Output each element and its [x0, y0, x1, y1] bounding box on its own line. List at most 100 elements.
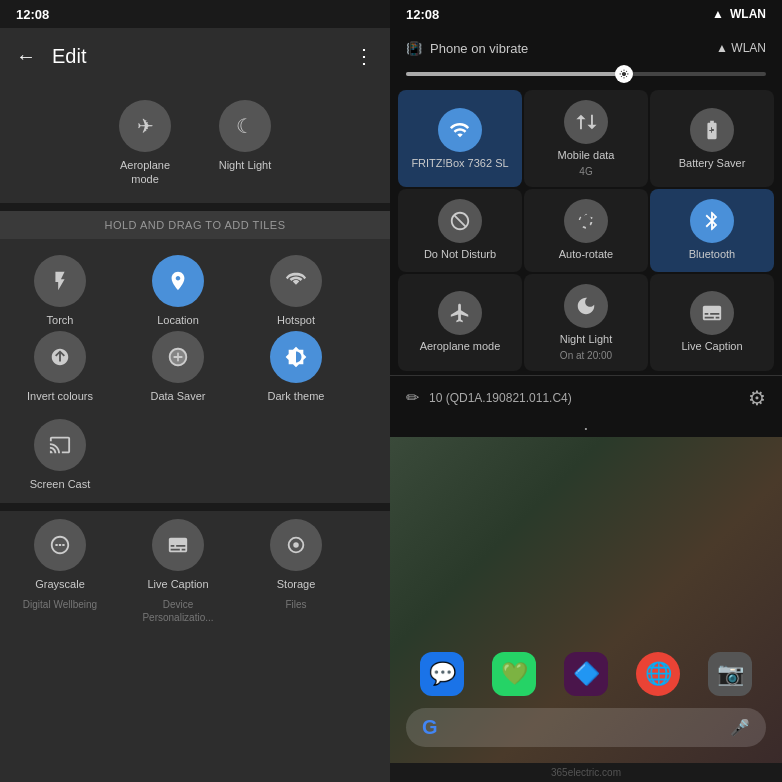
- bluetooth-icon: [690, 199, 734, 243]
- live-caption-label: Live Caption: [147, 577, 208, 591]
- qs-tile-dnd[interactable]: Do Not Disturb: [398, 189, 522, 271]
- top-tiles-section: ✈ Aeroplane mode ☾ Night Light: [0, 84, 390, 203]
- back-button[interactable]: ←: [16, 45, 36, 68]
- notification-bar: 📳 Phone on vibrate ▲ WLAN: [390, 28, 782, 68]
- screen-cast-row: Screen Cast: [0, 419, 390, 503]
- screen-cast-label: Screen Cast: [30, 477, 91, 491]
- qs-tile-wifi[interactable]: FRITZ!Box 7362 SL: [398, 90, 522, 187]
- watermark: 365electric.com: [390, 763, 782, 782]
- aeroplane-qs-icon: [438, 291, 482, 335]
- app-messages[interactable]: 💬: [420, 652, 464, 696]
- wifi-icon: [438, 108, 482, 152]
- aeroplane-qs-label: Aeroplane mode: [420, 339, 501, 353]
- location-icon: [152, 255, 204, 307]
- page-title: Edit: [52, 45, 354, 68]
- tile-data-saver[interactable]: Data Saver: [138, 331, 218, 403]
- right-panel: 12:08 ▲ WLAN 📳 Phone on vibrate ▲ WLAN: [390, 0, 782, 782]
- invert-icon: [34, 331, 86, 383]
- qs-tile-mobile-data[interactable]: Mobile data 4G: [524, 90, 648, 187]
- qs-tile-battery-saver[interactable]: Battery Saver: [650, 90, 774, 187]
- auto-rotate-icon: [564, 199, 608, 243]
- brightness-slider[interactable]: [406, 72, 766, 76]
- wifi-label: FRITZ!Box 7362 SL: [411, 156, 508, 170]
- live-caption-icon: [152, 519, 204, 571]
- grayscale-sublabel: Digital Wellbeing: [23, 598, 97, 611]
- screen-cast-icon: [34, 419, 86, 471]
- brightness-bar[interactable]: [390, 68, 782, 86]
- tile-storage[interactable]: Storage Files: [256, 519, 336, 623]
- build-number: 10 (QD1A.190821.011.C4): [429, 391, 572, 405]
- status-bar-left: 12:08: [0, 0, 390, 28]
- bottom-tiles-grid: Grayscale Digital Wellbeing Live Caption…: [0, 511, 390, 639]
- hotspot-icon: [270, 255, 322, 307]
- storage-label: Storage: [277, 577, 316, 591]
- storage-sublabel: Files: [285, 598, 306, 611]
- tile-night-light[interactable]: ☾ Night Light: [205, 100, 285, 187]
- night-light-icon: ☾: [219, 100, 271, 152]
- grayscale-icon: [34, 519, 86, 571]
- invert-label: Invert colours: [27, 389, 93, 403]
- dark-theme-label: Dark theme: [268, 389, 325, 403]
- torch-label: Torch: [47, 313, 74, 327]
- section-divider-2: [0, 503, 390, 511]
- more-button[interactable]: ⋮: [354, 44, 374, 68]
- wlan-signal-icon: ▲ WLAN: [716, 41, 766, 55]
- live-caption-sublabel: Device Personalizatio...: [138, 598, 218, 624]
- qs-tile-auto-rotate[interactable]: Auto-rotate: [524, 189, 648, 271]
- mobile-data-icon: [564, 100, 608, 144]
- tile-live-caption[interactable]: Live Caption Device Personalizatio...: [138, 519, 218, 623]
- vibrate-icon: 📳: [406, 41, 422, 56]
- add-tiles-grid: Torch Location Hotspot Invert colours Da: [0, 239, 390, 420]
- hotspot-label: Hotspot: [277, 313, 315, 327]
- tile-aeroplane[interactable]: ✈ Aeroplane mode: [105, 100, 185, 187]
- qs-tile-night-light[interactable]: Night Light On at 20:00: [524, 274, 648, 371]
- edit-header: ← Edit ⋮: [0, 28, 390, 84]
- caption-label: Live Caption: [681, 339, 742, 353]
- tile-torch[interactable]: Torch: [20, 255, 100, 327]
- battery-saver-icon: [690, 108, 734, 152]
- mobile-data-sublabel: 4G: [579, 166, 592, 177]
- tile-screen-cast[interactable]: Screen Cast: [20, 419, 100, 491]
- night-light-qs-icon: [564, 284, 608, 328]
- status-icons: ▲ WLAN: [712, 7, 766, 21]
- auto-rotate-label: Auto-rotate: [559, 247, 613, 261]
- section-divider-1: [0, 203, 390, 211]
- qs-grid: FRITZ!Box 7362 SL Mobile data 4G Battery…: [390, 86, 782, 375]
- data-saver-icon: [152, 331, 204, 383]
- app-dock: 💬 💚 🔷 🌐 📷: [406, 652, 766, 696]
- status-bar-right: 12:08 ▲ WLAN: [390, 0, 782, 28]
- search-bar[interactable]: G 🎤: [406, 708, 766, 747]
- tile-dark-theme[interactable]: Dark theme: [256, 331, 336, 403]
- night-light-sublabel: On at 20:00: [560, 350, 612, 361]
- settings-icon[interactable]: ⚙: [748, 386, 766, 410]
- tile-hotspot[interactable]: Hotspot: [256, 255, 336, 327]
- tile-location[interactable]: Location: [138, 255, 218, 327]
- night-light-qs-label: Night Light: [560, 332, 613, 346]
- dot-indicator: •: [390, 420, 782, 437]
- location-label: Location: [157, 313, 199, 327]
- aeroplane-label: Aeroplane mode: [105, 158, 185, 187]
- home-screen: 💬 💚 🔷 🌐 📷 G 🎤: [390, 437, 782, 763]
- torch-icon: [34, 255, 86, 307]
- qs-tile-bluetooth[interactable]: Bluetooth: [650, 189, 774, 271]
- qs-tile-caption[interactable]: Live Caption: [650, 274, 774, 371]
- build-info: ✏ 10 (QD1A.190821.011.C4): [406, 388, 572, 407]
- dark-theme-icon: [270, 331, 322, 383]
- app-chrome[interactable]: 🌐: [636, 652, 680, 696]
- edit-icon: ✏: [406, 388, 419, 407]
- svg-point-1: [293, 543, 299, 549]
- bluetooth-label: Bluetooth: [689, 247, 735, 261]
- app-whatsapp[interactable]: 💚: [492, 652, 536, 696]
- vibrate-label: Phone on vibrate: [430, 41, 528, 56]
- tile-invert[interactable]: Invert colours: [20, 331, 100, 403]
- app-slack[interactable]: 🔷: [564, 652, 608, 696]
- qs-tile-aeroplane[interactable]: Aeroplane mode: [398, 274, 522, 371]
- tile-grayscale[interactable]: Grayscale Digital Wellbeing: [20, 519, 100, 623]
- aeroplane-icon: ✈: [119, 100, 171, 152]
- dnd-label: Do Not Disturb: [424, 247, 496, 261]
- app-camera[interactable]: 📷: [708, 652, 752, 696]
- signal-icon: ▲: [712, 7, 724, 21]
- dnd-icon: [438, 199, 482, 243]
- time-right: 12:08: [406, 7, 439, 22]
- mic-icon[interactable]: 🎤: [730, 718, 750, 737]
